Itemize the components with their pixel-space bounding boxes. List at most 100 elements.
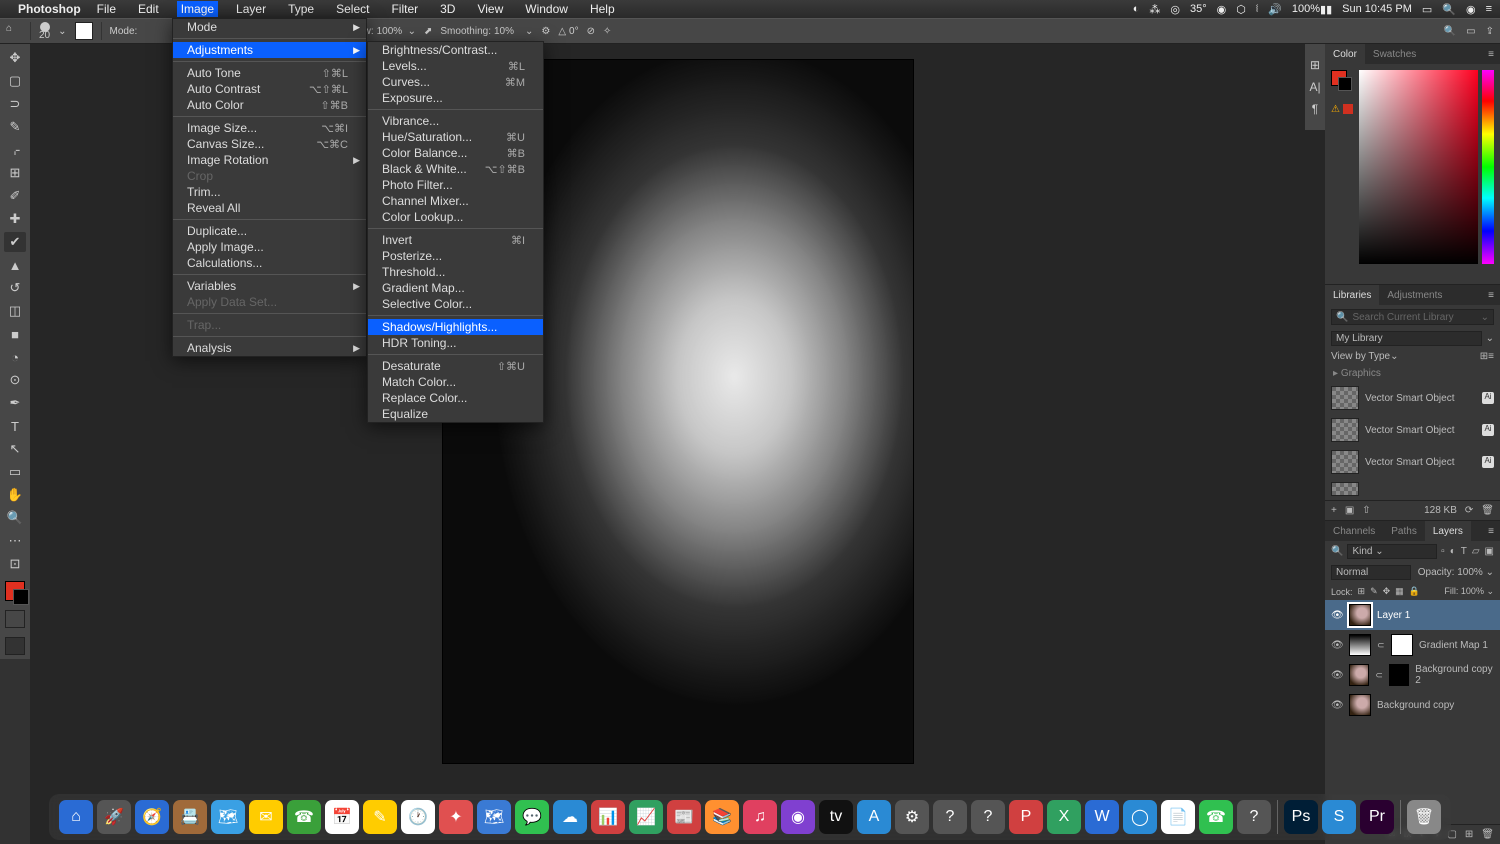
status-icon[interactable]: ◉ [1217, 3, 1227, 16]
healing-tool[interactable]: ✚ [4, 209, 26, 229]
brush-preview-icon[interactable]: 20 [39, 22, 50, 40]
menu-file[interactable]: File [93, 1, 120, 17]
layer-row[interactable]: 👁Background copy [1325, 690, 1500, 720]
symmetry-icon[interactable]: ⊘ [587, 26, 595, 37]
menu-item[interactable]: Color Lookup... [368, 209, 543, 225]
lock-icon[interactable]: ▦ [1395, 586, 1404, 597]
filter-shape-icon[interactable]: ▱ [1472, 546, 1480, 557]
filter-type-icon[interactable]: T [1461, 546, 1467, 557]
dock-app[interactable]: ☎ [287, 800, 321, 834]
menu-icon[interactable]: ≡ [1486, 3, 1492, 15]
menu-item[interactable]: Equalize [368, 406, 543, 422]
filter-adjust-icon[interactable]: ◐ [1450, 546, 1456, 557]
dock-app[interactable]: 🗑 [1407, 800, 1441, 834]
layer-thumb[interactable] [1349, 634, 1371, 656]
tab-paths[interactable]: Paths [1383, 521, 1425, 541]
menu-item[interactable]: Curves...⌘M [368, 74, 543, 90]
dock-app[interactable]: ? [971, 800, 1005, 834]
share-icon[interactable]: ⇪ [1486, 26, 1494, 37]
opacity-value[interactable]: 100% [1457, 567, 1483, 578]
link-icon[interactable]: ⊂ [1375, 670, 1383, 681]
dock-app[interactable]: P [1009, 800, 1043, 834]
layer-mask-thumb[interactable] [1389, 664, 1409, 686]
lock-icon[interactable]: ✥ [1383, 586, 1391, 597]
dock-app[interactable]: 🚀 [97, 800, 131, 834]
panel-menu-icon[interactable]: ≡ [1482, 49, 1500, 60]
dock-app[interactable]: A [857, 800, 891, 834]
status-icon[interactable]: ⬡ [1236, 3, 1246, 16]
library-thumb[interactable] [1331, 482, 1359, 496]
type-tool[interactable]: T [4, 416, 26, 436]
menu-item[interactable]: Trim... [173, 184, 366, 200]
menu-item[interactable]: Variables▶ [173, 278, 366, 294]
visibility-icon[interactable]: 👁 [1331, 670, 1343, 681]
visibility-icon[interactable]: 👁 [1331, 640, 1343, 651]
filter-pixel-icon[interactable]: ▫ [1441, 546, 1445, 557]
hand-tool[interactable]: ✋ [4, 485, 26, 505]
layer-row[interactable]: 👁⊂Gradient Map 1 [1325, 630, 1500, 660]
dock-app[interactable]: Pr [1360, 800, 1394, 834]
dock-app[interactable]: ☎ [1199, 800, 1233, 834]
tab-libraries[interactable]: Libraries [1325, 285, 1379, 305]
fill-value[interactable]: 100% [1461, 586, 1484, 596]
dock-app[interactable]: Ps [1284, 800, 1318, 834]
menu-item[interactable]: HDR Toning... [368, 335, 543, 351]
stamp-tool[interactable]: ▲ [4, 255, 26, 275]
menu-help[interactable]: Help [586, 1, 619, 17]
layer-thumb[interactable] [1349, 664, 1369, 686]
dock-app[interactable]: 📊 [591, 800, 625, 834]
menu-item[interactable]: Hue/Saturation...⌘U [368, 129, 543, 145]
panel-menu-icon[interactable]: ≡ [1482, 526, 1500, 537]
menu-image[interactable]: Image [177, 1, 218, 17]
quick-select-tool[interactable]: ✎ [4, 117, 26, 137]
home-icon[interactable]: ⌂ [6, 23, 22, 39]
flag-icon[interactable]: ▭ [1422, 3, 1432, 16]
dock-app[interactable]: 📅 [325, 800, 359, 834]
lasso-tool[interactable]: ⊃ [4, 94, 26, 114]
add-icon[interactable]: + [1331, 505, 1337, 516]
blend-mode[interactable]: Normal [1331, 565, 1411, 580]
dock-app[interactable]: 📚 [705, 800, 739, 834]
menu-3d[interactable]: 3D [436, 1, 459, 17]
menu-view[interactable]: View [473, 1, 507, 17]
brush-swatch[interactable] [75, 22, 93, 40]
menu-item[interactable]: Auto Color⇧⌘B [173, 97, 366, 113]
gamut-warning-icon[interactable]: ⚠ [1331, 104, 1353, 115]
menu-edit[interactable]: Edit [134, 1, 163, 17]
chevron-down-icon[interactable]: ⌄ [1486, 333, 1494, 344]
trash-icon[interactable]: 🗑 [1481, 505, 1494, 516]
dock-app[interactable]: ☁ [553, 800, 587, 834]
status-icon[interactable]: ◐ [1133, 3, 1140, 15]
list-view-icon[interactable]: ≡ [1488, 351, 1494, 362]
dock-app[interactable]: ? [933, 800, 967, 834]
gear-icon[interactable]: ⚙ [541, 26, 550, 37]
flow-value[interactable]: 100% [377, 26, 405, 37]
menu-select[interactable]: Select [332, 1, 373, 17]
eyedropper-tool[interactable]: ✐ [4, 186, 26, 206]
zoom-tool[interactable]: 🔍 [4, 508, 26, 528]
lock-icon[interactable]: ⊞ [1358, 586, 1366, 597]
siri-icon[interactable]: ◉ [1466, 3, 1476, 16]
menu-item[interactable]: Channel Mixer... [368, 193, 543, 209]
gradient-tool[interactable]: ■ [4, 324, 26, 344]
menu-item[interactable]: Duplicate... [173, 223, 366, 239]
path-tool[interactable]: ↖ [4, 439, 26, 459]
dock-app[interactable]: S [1322, 800, 1356, 834]
tab-swatches[interactable]: Swatches [1365, 44, 1424, 64]
menu-window[interactable]: Window [521, 1, 572, 17]
history-brush-tool[interactable]: ↺ [4, 278, 26, 298]
tab-channels[interactable]: Channels [1325, 521, 1383, 541]
link-icon[interactable]: ⊂ [1377, 640, 1385, 651]
layer-mask-thumb[interactable] [1391, 634, 1413, 656]
smoothing-value[interactable]: 10% [494, 26, 522, 37]
edit-toolbar[interactable]: ⊡ [4, 554, 26, 574]
dock-app[interactable]: 🗺 [477, 800, 511, 834]
library-item[interactable]: Vector Smart ObjectAi [1325, 446, 1500, 478]
shape-tool[interactable]: ▭ [4, 462, 26, 482]
crop-tool[interactable]: ⌌ [4, 140, 26, 160]
layer-thumb[interactable] [1349, 604, 1371, 626]
dock-app[interactable]: tv [819, 800, 853, 834]
menu-item[interactable]: Black & White...⌥⇧⌘B [368, 161, 543, 177]
menu-item[interactable]: Adjustments▶ [173, 42, 366, 58]
angle-value[interactable]: 0° [569, 26, 579, 37]
